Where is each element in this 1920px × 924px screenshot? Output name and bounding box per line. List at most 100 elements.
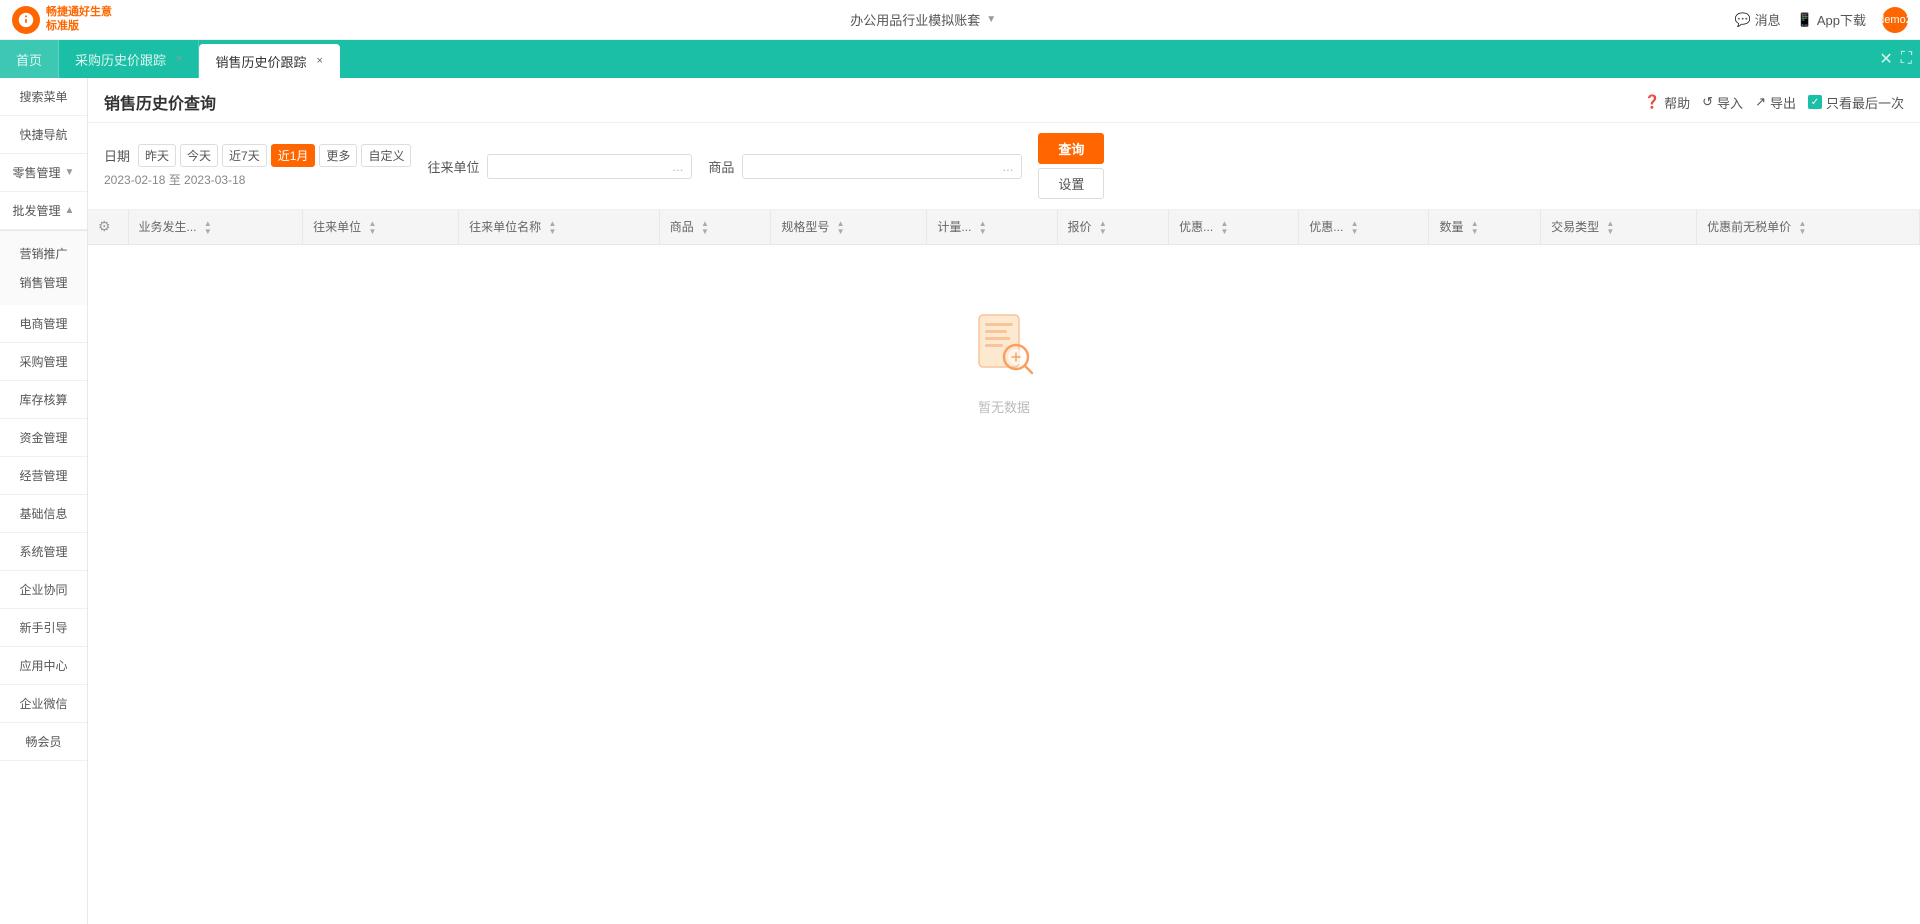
tab-purchase-history[interactable]: 采购历史价跟踪 × xyxy=(59,40,199,78)
partner-input-dots[interactable]: ... xyxy=(672,159,683,174)
goods-input-dots[interactable]: ... xyxy=(1002,159,1013,174)
sidebar-item-search-menu[interactable]: 搜索菜单 xyxy=(0,78,87,116)
sort-arrows-biz-date: ▲▼ xyxy=(204,220,212,236)
partner-input[interactable]: ... xyxy=(487,154,692,179)
filter-action-buttons: 查询 设置 xyxy=(1038,133,1104,199)
th-gear[interactable]: ⚙ xyxy=(88,210,128,244)
goods-label: 商品 xyxy=(708,157,734,176)
sidebar-item-operation[interactable]: 经营管理 xyxy=(0,457,87,495)
th-partner-code[interactable]: 往来单位 ▲▼ xyxy=(303,210,459,244)
date-btn-custom[interactable]: 自定义 xyxy=(361,144,411,167)
import-button[interactable]: ↺ 导入 xyxy=(1702,93,1743,112)
date-range-text: 2023-02-18 至 2023-03-18 xyxy=(104,171,411,188)
app-name[interactable]: 办公用品行业模拟账套 ▼ xyxy=(850,10,996,29)
msg-icon: 💬 xyxy=(1734,12,1750,28)
tab-bar: 首页 采购历史价跟踪 × 销售历史价跟踪 × ✕ ⛶ xyxy=(0,40,1920,78)
th-trade-type[interactable]: 交易类型 ▲▼ xyxy=(1541,210,1697,244)
sidebar-item-finance[interactable]: 资金管理 xyxy=(0,419,87,457)
date-filter: 日期 昨天 今天 近7天 近1月 更多 自定义 2023-02-18 至 202… xyxy=(104,144,411,188)
sort-arrows-discount1: ▲▼ xyxy=(1221,220,1229,236)
retail-arrow-icon: ▼ xyxy=(65,167,75,178)
sidebar-item-app-center[interactable]: 应用中心 xyxy=(0,647,87,685)
sidebar-item-retail-mgmt[interactable]: 零售管理 ▼ xyxy=(0,154,87,192)
sidebar-item-guide[interactable]: 新手引导 xyxy=(0,609,87,647)
logo-icon xyxy=(12,6,40,34)
table-container: ⚙ 业务发生... ▲▼ 往来单位 ▲▼ 往来单位名称 ▲▼ xyxy=(88,210,1920,924)
export-button[interactable]: ↗ 导出 xyxy=(1755,93,1796,112)
sidebar-item-member[interactable]: 畅会员 xyxy=(0,723,87,761)
th-qty[interactable]: 数量 ▲▼ xyxy=(1429,210,1541,244)
sort-arrows-quote-price: ▲▼ xyxy=(1099,220,1107,236)
sort-arrows-spec: ▲▼ xyxy=(837,220,845,236)
user-avatar[interactable]: demo2 xyxy=(1882,7,1908,33)
help-button[interactable]: ❓ 帮助 xyxy=(1644,93,1690,112)
wholesale-section: 营销推广 销售管理 xyxy=(0,230,87,305)
sidebar-item-shortcut[interactable]: 快捷导航 xyxy=(0,116,87,154)
sidebar-item-sales-mgmt[interactable]: 销售管理 xyxy=(6,268,81,297)
th-spec[interactable]: 规格型号 ▲▼ xyxy=(771,210,927,244)
date-btn-today[interactable]: 今天 xyxy=(180,144,218,167)
purchase-history-tab-close[interactable]: × xyxy=(176,53,182,65)
gear-icon[interactable]: ⚙ xyxy=(98,218,111,234)
th-unit[interactable]: 计量... ▲▼ xyxy=(927,210,1057,244)
th-partner-name[interactable]: 往来单位名称 ▲▼ xyxy=(459,210,660,244)
sidebar-item-purchase[interactable]: 采购管理 xyxy=(0,343,87,381)
partner-input-field[interactable] xyxy=(496,159,672,174)
tab-home[interactable]: 首页 xyxy=(0,40,59,78)
th-discount1[interactable]: 优惠... ▲▼ xyxy=(1169,210,1299,244)
page-header-actions: ❓ 帮助 ↺ 导入 ↗ 导出 只看最后一次 xyxy=(1644,93,1904,112)
goods-input-field[interactable] xyxy=(751,159,1002,174)
sidebar-item-enterprise-collab[interactable]: 企业协同 xyxy=(0,571,87,609)
data-table: ⚙ 业务发生... ▲▼ 往来单位 ▲▼ 往来单位名称 ▲▼ xyxy=(88,210,1920,245)
help-icon: ❓ xyxy=(1644,94,1660,110)
page-header: 销售历史价查询 ❓ 帮助 ↺ 导入 ↗ 导出 只看最后一次 xyxy=(88,78,1920,123)
date-btn-more[interactable]: 更多 xyxy=(319,144,357,167)
th-discount2[interactable]: 优惠... ▲▼ xyxy=(1299,210,1429,244)
th-pre-tax-price[interactable]: 优惠前无税单价 ▲▼ xyxy=(1697,210,1920,244)
msg-button[interactable]: 💬 消息 xyxy=(1734,10,1780,29)
sidebar-item-system-mgmt[interactable]: 系统管理 xyxy=(0,533,87,571)
partner-filter: 往来单位 ... xyxy=(427,154,692,179)
logo-text: 畅捷通好生意 标准版 xyxy=(46,6,112,32)
partner-label: 往来单位 xyxy=(427,157,479,176)
query-button[interactable]: 查询 xyxy=(1038,133,1104,164)
only-last-checkbox[interactable]: 只看最后一次 xyxy=(1808,93,1904,112)
table-header-row: ⚙ 业务发生... ▲▼ 往来单位 ▲▼ 往来单位名称 ▲▼ xyxy=(88,210,1920,244)
tab-spacer xyxy=(340,40,1871,78)
main-layout: 搜索菜单 快捷导航 零售管理 ▼ 批发管理 ▲ 营销推广 销售管理 电商管理 采… xyxy=(0,78,1920,924)
th-quote-price[interactable]: 报价 ▲▼ xyxy=(1057,210,1169,244)
app-dropdown-arrow[interactable]: ▼ xyxy=(986,14,996,25)
top-bar-left: 畅捷通好生意 标准版 xyxy=(12,6,112,34)
top-bar: 畅捷通好生意 标准版 办公用品行业模拟账套 ▼ 💬 消息 📱 App下载 dem… xyxy=(0,0,1920,40)
sidebar-item-enterprise-wechat[interactable]: 企业微信 xyxy=(0,685,87,723)
sidebar-item-marketing[interactable]: 营销推广 xyxy=(6,239,81,268)
sort-arrows-goods: ▲▼ xyxy=(701,220,709,236)
sidebar-item-basic-info[interactable]: 基础信息 xyxy=(0,495,87,533)
th-goods[interactable]: 商品 ▲▼ xyxy=(659,210,771,244)
app-download-button[interactable]: 📱 App下载 xyxy=(1797,10,1866,29)
home-tab-label: 首页 xyxy=(16,50,42,69)
date-btn-7days[interactable]: 近7天 xyxy=(222,144,267,167)
filter-bar: 日期 昨天 今天 近7天 近1月 更多 自定义 2023-02-18 至 202… xyxy=(88,123,1920,210)
import-icon: ↺ xyxy=(1702,94,1713,110)
date-btn-1month[interactable]: 近1月 xyxy=(271,144,316,167)
date-btn-yesterday[interactable]: 昨天 xyxy=(138,144,176,167)
settings-button[interactable]: 设置 xyxy=(1038,168,1104,199)
top-bar-right: 💬 消息 📱 App下载 demo2 xyxy=(1734,7,1908,33)
sidebar-item-ecommerce[interactable]: 电商管理 xyxy=(0,305,87,343)
phone-icon: 📱 xyxy=(1797,12,1813,28)
tab-close-btn[interactable]: ✕ xyxy=(1879,49,1892,69)
date-label: 日期 xyxy=(104,146,130,165)
tab-maximize-btn[interactable]: ⛶ xyxy=(1901,50,1912,68)
th-biz-date[interactable]: 业务发生... ▲▼ xyxy=(128,210,303,244)
sidebar-item-inventory[interactable]: 库存核算 xyxy=(0,381,87,419)
tab-sales-history[interactable]: 销售历史价跟踪 × xyxy=(199,44,339,78)
empty-illustration xyxy=(964,305,1044,385)
sidebar-item-wholesale-mgmt[interactable]: 批发管理 ▲ xyxy=(0,192,87,230)
export-icon: ↗ xyxy=(1755,94,1766,110)
sales-history-tab-close[interactable]: × xyxy=(316,55,322,67)
sort-arrows-partner-name: ▲▼ xyxy=(549,220,557,236)
goods-input[interactable]: ... xyxy=(742,154,1022,179)
checkbox-icon xyxy=(1808,95,1822,109)
sidebar: 搜索菜单 快捷导航 零售管理 ▼ 批发管理 ▲ 营销推广 销售管理 电商管理 采… xyxy=(0,78,88,924)
